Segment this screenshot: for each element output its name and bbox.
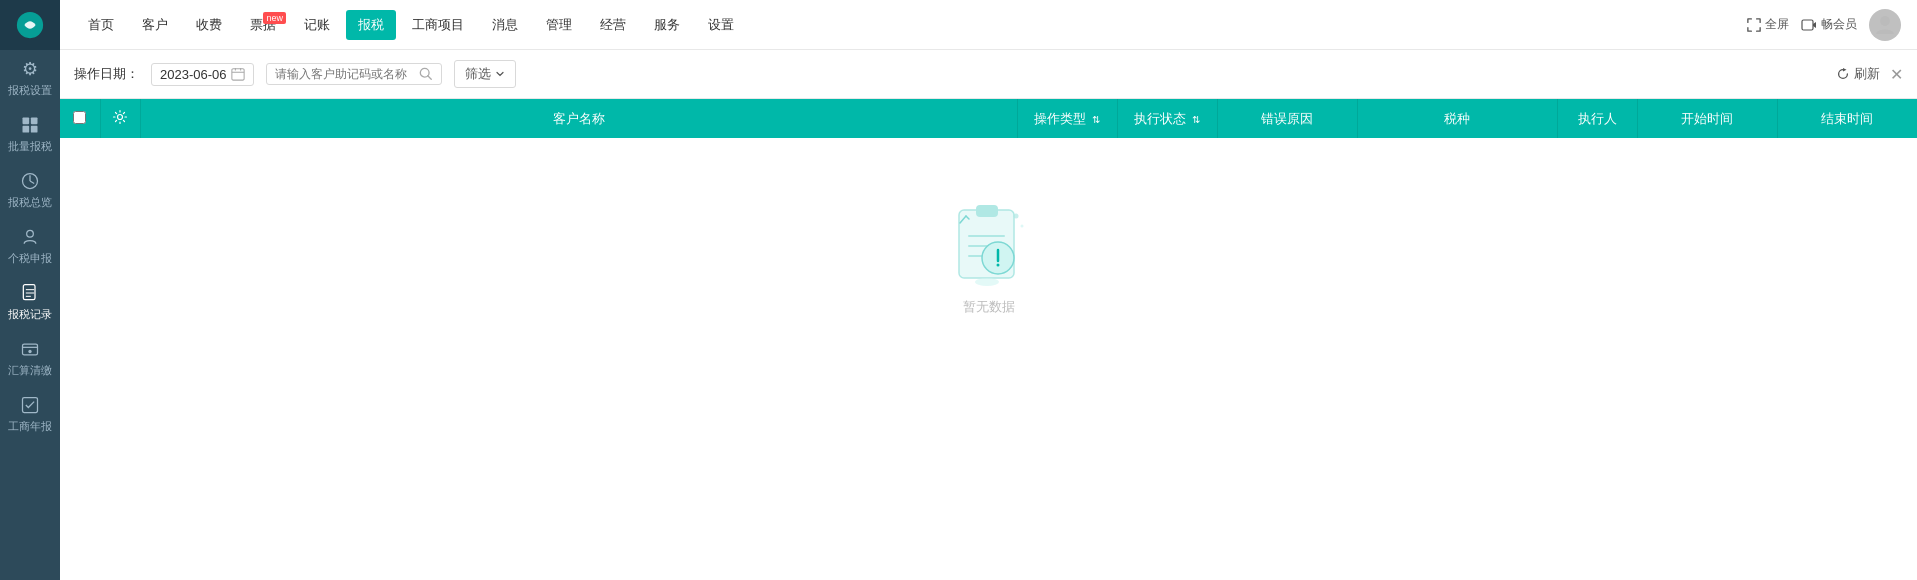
app-logo [0,0,60,50]
svg-point-30 [996,264,999,267]
th-exec-status: 执行状态 ⇅ [1117,99,1217,138]
empty-state-cell: 暂无数据 [60,138,1917,356]
svg-line-21 [427,76,431,80]
annual-report-icon [19,394,41,416]
sidebar-item-tax-summary[interactable]: 报税总览 [0,162,60,218]
data-table-wrap: 客户名称 操作类型 ⇅ 执行状态 ⇅ 错误原因 税种 执行人 开始时间 [60,99,1917,580]
th-tax-type: 税种 [1357,99,1557,138]
topnav-right: 全屏 畅会员 [1747,9,1901,41]
svg-rect-24 [976,205,998,217]
filter-button[interactable]: 筛选 [454,60,516,88]
close-button[interactable]: ✕ [1890,65,1903,84]
nav-invoice[interactable]: 票据 new [238,10,288,40]
refresh-button[interactable]: 刷新 [1836,65,1880,83]
main-area: 首页 客户 收费 票据 new 记账 报税 工商项目 消息 管理 经营 服务 设… [60,0,1917,580]
member-button[interactable]: 畅会员 [1801,16,1857,33]
svg-rect-16 [231,69,243,80]
th-settings [100,99,140,138]
sidebar-item-remittance[interactable]: 汇算清缴 [0,330,60,386]
select-all-checkbox[interactable] [73,111,86,124]
right-actions: 刷新 ✕ [1836,65,1903,84]
th-error-reason: 错误原因 [1217,99,1357,138]
svg-rect-3 [23,126,30,133]
nav-finance[interactable]: 经营 [588,10,638,40]
individual-tax-icon [19,226,41,248]
svg-rect-4 [31,126,38,133]
nav-messages[interactable]: 消息 [480,10,530,40]
video-icon [1801,17,1817,33]
batch-tax-icon [19,114,41,136]
nav-items: 首页 客户 收费 票据 new 记账 报税 工商项目 消息 管理 经营 服务 设… [76,10,1747,40]
user-avatar[interactable] [1869,9,1901,41]
svg-rect-1 [23,118,30,125]
sidebar-item-batch-tax[interactable]: 批量报税 [0,106,60,162]
tax-settings-icon: ⚙ [19,58,41,80]
date-picker[interactable]: 2023-06-06 [151,63,254,86]
nav-management[interactable]: 管理 [534,10,584,40]
op-type-sort-icon: ⇅ [1092,114,1100,125]
tax-summary-icon [19,170,41,192]
th-start-time: 开始时间 [1637,99,1777,138]
chevron-down-icon [495,69,505,79]
empty-text: 暂无数据 [963,298,1015,316]
calendar-icon [231,67,245,81]
th-customer-name: 客户名称 [140,99,1017,138]
settings-icon[interactable] [112,109,128,125]
svg-point-22 [118,115,123,120]
th-op-type: 操作类型 ⇅ [1017,99,1117,138]
sidebar-item-annual-report[interactable]: 工商年报 [0,386,60,442]
filter-bar: 操作日期： 2023-06-06 筛选 [60,50,1917,99]
th-executor: 执行人 [1557,99,1637,138]
nav-settings[interactable]: 设置 [696,10,746,40]
svg-rect-14 [1802,20,1813,30]
sidebar: ⚙ 报税设置 批量报税 报税总览 [0,0,60,580]
refresh-icon [1836,67,1850,81]
sidebar-item-tax-record[interactable]: 报税记录 [0,274,60,330]
svg-rect-11 [23,344,38,355]
top-navigation: 首页 客户 收费 票据 new 记账 报税 工商项目 消息 管理 经营 服务 设… [60,0,1917,50]
svg-point-15 [1880,16,1890,26]
remittance-icon [19,338,41,360]
data-table: 客户名称 操作类型 ⇅ 执行状态 ⇅ 错误原因 税种 执行人 开始时间 [60,99,1917,356]
nav-service[interactable]: 服务 [642,10,692,40]
svg-rect-2 [31,118,38,125]
empty-illustration [944,198,1034,298]
nav-bookkeeping[interactable]: 记账 [292,10,342,40]
exec-status-sort-icon: ⇅ [1192,114,1200,125]
table-body: 暂无数据 [60,138,1917,356]
svg-rect-7 [23,285,35,300]
new-badge: new [263,12,286,25]
sidebar-item-individual-tax[interactable]: 个税申报 [0,218,60,274]
svg-point-6 [27,230,34,237]
page-content: 操作日期： 2023-06-06 筛选 [60,50,1917,580]
svg-point-33 [1013,214,1018,219]
search-input[interactable] [275,67,415,81]
nav-customer[interactable]: 客户 [130,10,180,40]
nav-business[interactable]: 工商项目 [400,10,476,40]
user-avatar-icon [1873,13,1897,37]
fullscreen-button[interactable]: 全屏 [1747,16,1789,33]
sidebar-item-tax-settings[interactable]: ⚙ 报税设置 [0,50,60,106]
svg-point-12 [28,350,31,353]
date-label: 操作日期： [74,65,139,83]
tax-record-icon [19,282,41,304]
svg-point-34 [1020,225,1023,228]
nav-billing[interactable]: 收费 [184,10,234,40]
search-icon [419,67,433,81]
nav-home[interactable]: 首页 [76,10,126,40]
fullscreen-icon [1747,18,1761,32]
svg-point-35 [975,278,999,286]
table-header: 客户名称 操作类型 ⇅ 执行状态 ⇅ 错误原因 税种 执行人 开始时间 [60,99,1917,138]
search-wrap [266,63,442,85]
th-checkbox [60,99,100,138]
empty-state: 暂无数据 [60,138,1917,356]
th-end-time: 结束时间 [1777,99,1917,138]
nav-tax[interactable]: 报税 [346,10,396,40]
